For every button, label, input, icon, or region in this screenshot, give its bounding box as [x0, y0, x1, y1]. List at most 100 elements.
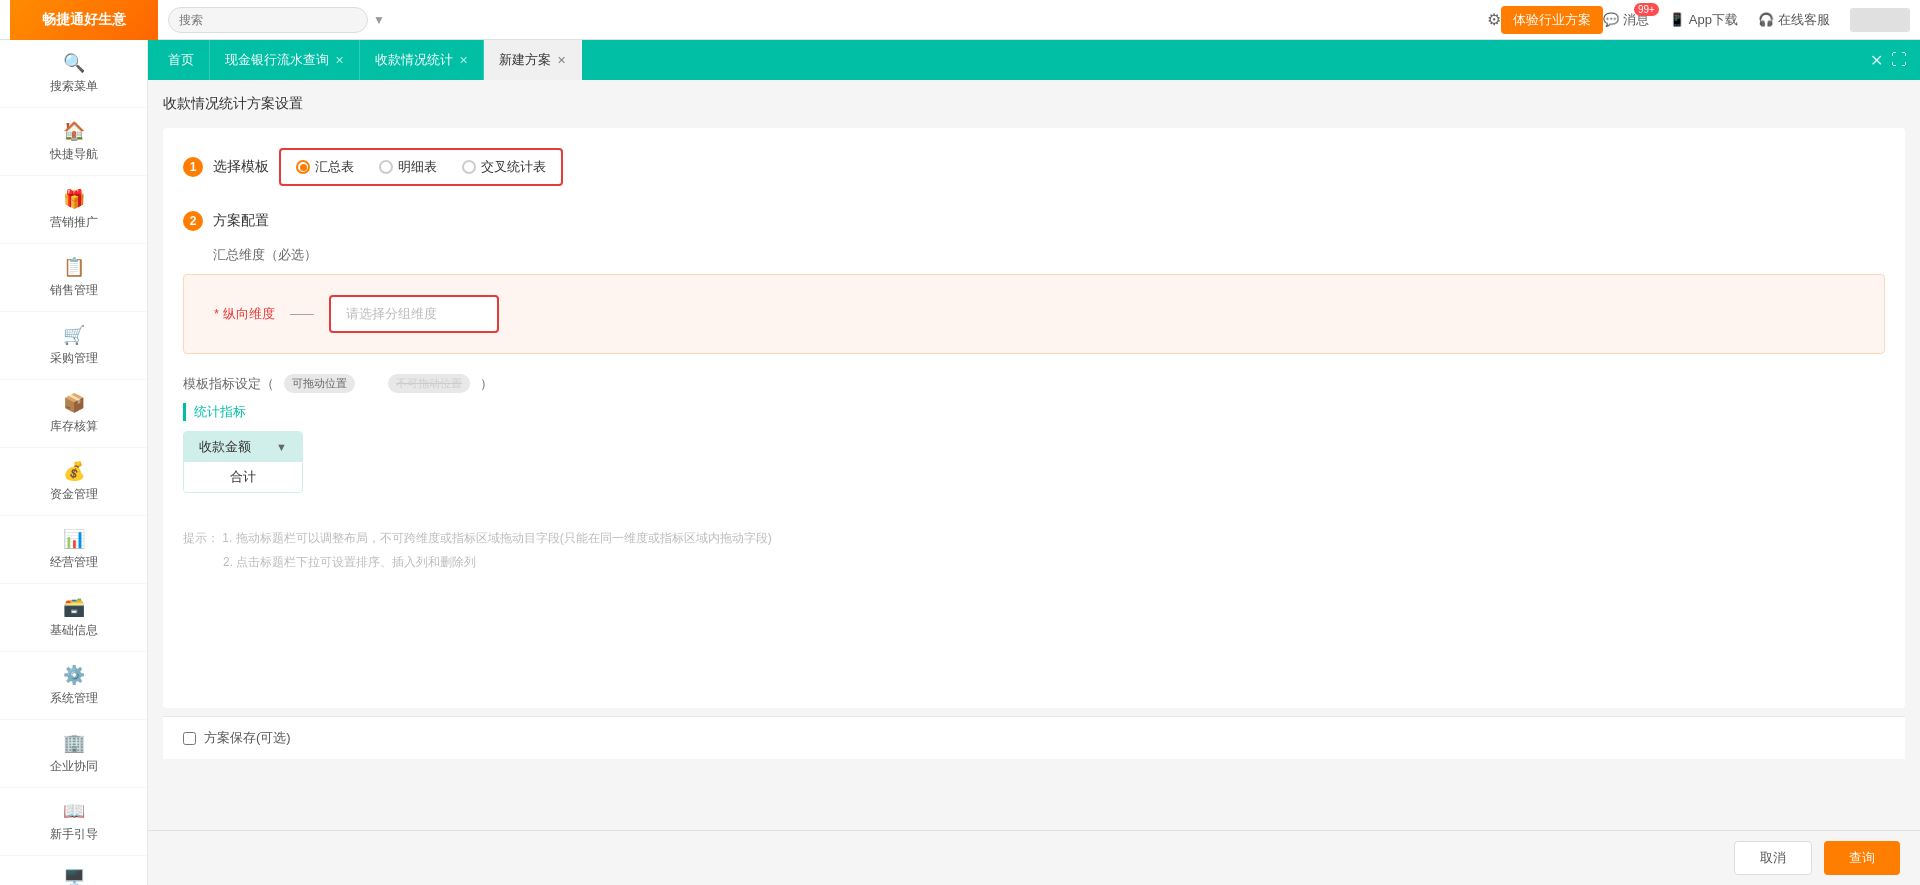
- sidebar-item-quick-nav[interactable]: 🏠 快捷导航: [0, 108, 147, 176]
- dimension-area: * 纵向维度 —— 请选择分组维度: [183, 274, 1885, 354]
- stats-indicator-title: 统计指标: [183, 403, 1885, 421]
- step1-header: 1 选择模板 汇总表 明细表: [183, 148, 1885, 186]
- radio-detail[interactable]: 明细表: [379, 158, 437, 176]
- download-label: App下载: [1689, 11, 1738, 29]
- sidebar-label-guide: 新手引导: [50, 826, 98, 843]
- dimension-arrow: ——: [290, 307, 314, 321]
- sidebar-item-system[interactable]: ⚙️ 系统管理: [0, 652, 147, 720]
- sidebar-item-inventory[interactable]: 📦 库存核算: [0, 380, 147, 448]
- sidebar-item-basic[interactable]: 🗃️ 基础信息: [0, 584, 147, 652]
- non-draggable-badge: 不可拖动位置: [388, 374, 470, 393]
- step2-title: 方案配置: [213, 212, 269, 230]
- content-area: 收款情况统计方案设置 1 选择模板 汇总表: [148, 80, 1920, 830]
- radio-detail-label: 明细表: [398, 158, 437, 176]
- tab-collection[interactable]: 收款情况统计 ✕: [360, 40, 484, 80]
- monitor-icon: 🖥️: [63, 868, 85, 885]
- logo: 畅捷通好生意: [10, 0, 158, 40]
- chart-icon: 📊: [63, 528, 85, 550]
- tips-section: 提示： 1. 拖动标题栏可以调整布局，不可跨维度或指标区域拖动目字段(只能在同一…: [183, 526, 1885, 574]
- metrics-dropdown-icon[interactable]: ▼: [276, 441, 287, 453]
- dimension-select[interactable]: 请选择分组维度: [329, 295, 499, 333]
- cancel-button[interactable]: 取消: [1734, 841, 1812, 875]
- sidebar-label-quicknav: 快捷导航: [50, 146, 98, 163]
- tab-collection-close[interactable]: ✕: [459, 54, 468, 67]
- gear-icon[interactable]: ⚙: [1487, 10, 1501, 29]
- sidebar-item-marketing[interactable]: 🎁 营销推广: [0, 176, 147, 244]
- step2-section: 2 方案配置 汇总维度（必选） * 纵向维度 —— 请选择分组维度: [183, 211, 1885, 574]
- sidebar-item-purchase[interactable]: 🛒 采购管理: [0, 312, 147, 380]
- query-button[interactable]: 查询: [1824, 841, 1900, 875]
- step2-number: 2: [183, 211, 203, 231]
- radio-cross-label: 交叉统计表: [481, 158, 546, 176]
- sidebar-label-basic: 基础信息: [50, 622, 98, 639]
- window-expand-button[interactable]: ⛶: [1891, 51, 1907, 70]
- top-search-area: ▼: [158, 7, 1487, 33]
- sidebar-item-finance[interactable]: 💰 资金管理: [0, 448, 147, 516]
- sidebar-item-sales[interactable]: 📋 销售管理: [0, 244, 147, 312]
- sidebar-item-search[interactable]: 🔍 搜索菜单: [0, 40, 147, 108]
- download-item[interactable]: 📱 App下载: [1669, 11, 1738, 29]
- dimension-row-label: * 纵向维度: [214, 305, 275, 323]
- sidebar-item-operation[interactable]: 📊 经营管理: [0, 516, 147, 584]
- tab-new-plan-close[interactable]: ✕: [557, 54, 566, 67]
- page-title: 收款情况统计方案设置: [163, 95, 1905, 113]
- building-icon: 🏢: [63, 732, 85, 754]
- tip1-text: 1. 拖动标题栏可以调整布局，不可跨维度或指标区域拖动目字段(只能在同一维度或指…: [222, 531, 771, 545]
- step1-number: 1: [183, 157, 203, 177]
- tab-cashflow[interactable]: 现金银行流水查询 ✕: [210, 40, 360, 80]
- save-checkbox[interactable]: [183, 732, 196, 745]
- step2-header: 2 方案配置: [183, 211, 1885, 231]
- tab-cashflow-label: 现金银行流水查询: [225, 51, 329, 69]
- search-dropdown-icon[interactable]: ▼: [373, 13, 385, 27]
- cart-icon: 🛒: [63, 324, 85, 346]
- top-bar: 畅捷通好生意 ▼ ⚙ 体验行业方案 💬 消息 99+ 📱 App下载 🎧 在线客…: [0, 0, 1920, 40]
- gift-icon: 🎁: [63, 188, 85, 210]
- save-option-label[interactable]: 方案保存(可选): [204, 729, 291, 747]
- tab-cashflow-close[interactable]: ✕: [335, 54, 344, 67]
- template-radio-group: 汇总表 明细表 交叉统计表: [279, 148, 563, 186]
- user-area: [1850, 8, 1910, 32]
- radio-summary-label: 汇总表: [315, 158, 354, 176]
- service-item[interactable]: 🎧 在线客服: [1758, 11, 1830, 29]
- sidebar-item-enterprise[interactable]: 🏢 企业协同: [0, 720, 147, 788]
- box-icon: 📦: [63, 392, 85, 414]
- radio-summary[interactable]: 汇总表: [296, 158, 354, 176]
- dimension-row: * 纵向维度 —— 请选择分组维度: [214, 295, 1854, 333]
- search-input[interactable]: [168, 7, 368, 33]
- metrics-label-row: 模板指标设定（ 可拖动位置 不可拖动位置 ）: [183, 374, 1885, 393]
- tab-collection-label: 收款情况统计: [375, 51, 453, 69]
- clipboard-icon: 📋: [63, 256, 85, 278]
- sidebar-label-inventory: 库存核算: [50, 418, 98, 435]
- download-icon: 📱: [1669, 12, 1685, 27]
- message-item[interactable]: 💬 消息 99+: [1603, 11, 1649, 29]
- metrics-table-body: 合计: [184, 462, 302, 492]
- radio-cross[interactable]: 交叉统计表: [462, 158, 546, 176]
- save-option-area: 方案保存(可选): [163, 716, 1905, 759]
- metrics-table-header[interactable]: 收款金额 ▼: [184, 432, 302, 462]
- tab-home[interactable]: 首页: [153, 40, 210, 80]
- layout: 🔍 搜索菜单 🏠 快捷导航 🎁 营销推广 📋 销售管理 🛒 采购管理 📦 库存核…: [0, 40, 1920, 885]
- search-icon: 🔍: [63, 52, 85, 74]
- sidebar-label-sales: 销售管理: [50, 282, 98, 299]
- config-card: 1 选择模板 汇总表 明细表: [163, 128, 1905, 708]
- trial-button[interactable]: 体验行业方案: [1501, 6, 1603, 34]
- sidebar-label-operation: 经营管理: [50, 554, 98, 571]
- metrics-column-label: 收款金额: [199, 438, 251, 456]
- settings-icon: ⚙️: [63, 664, 85, 686]
- radio-summary-circle: [296, 160, 310, 174]
- metrics-section-title: 模板指标设定（: [183, 375, 274, 393]
- step1-title: 选择模板: [213, 158, 269, 176]
- window-close-button[interactable]: ✕: [1870, 51, 1883, 70]
- step1-section: 1 选择模板 汇总表 明细表: [183, 148, 1885, 186]
- sidebar-item-hardware[interactable]: 🖥️ 智能硬件: [0, 856, 147, 885]
- tab-home-label: 首页: [168, 51, 194, 69]
- sidebar-label-purchase: 采购管理: [50, 350, 98, 367]
- sidebar-label-search: 搜索菜单: [50, 78, 98, 95]
- sidebar: 🔍 搜索菜单 🏠 快捷导航 🎁 营销推广 📋 销售管理 🛒 采购管理 📦 库存核…: [0, 40, 148, 885]
- metrics-section-close: ）: [480, 375, 493, 393]
- home-icon: 🏠: [63, 120, 85, 142]
- tab-new-plan[interactable]: 新建方案 ✕: [484, 40, 582, 80]
- tab-new-plan-label: 新建方案: [499, 51, 551, 69]
- service-icon: 🎧: [1758, 12, 1774, 27]
- sidebar-item-guide[interactable]: 📖 新手引导: [0, 788, 147, 856]
